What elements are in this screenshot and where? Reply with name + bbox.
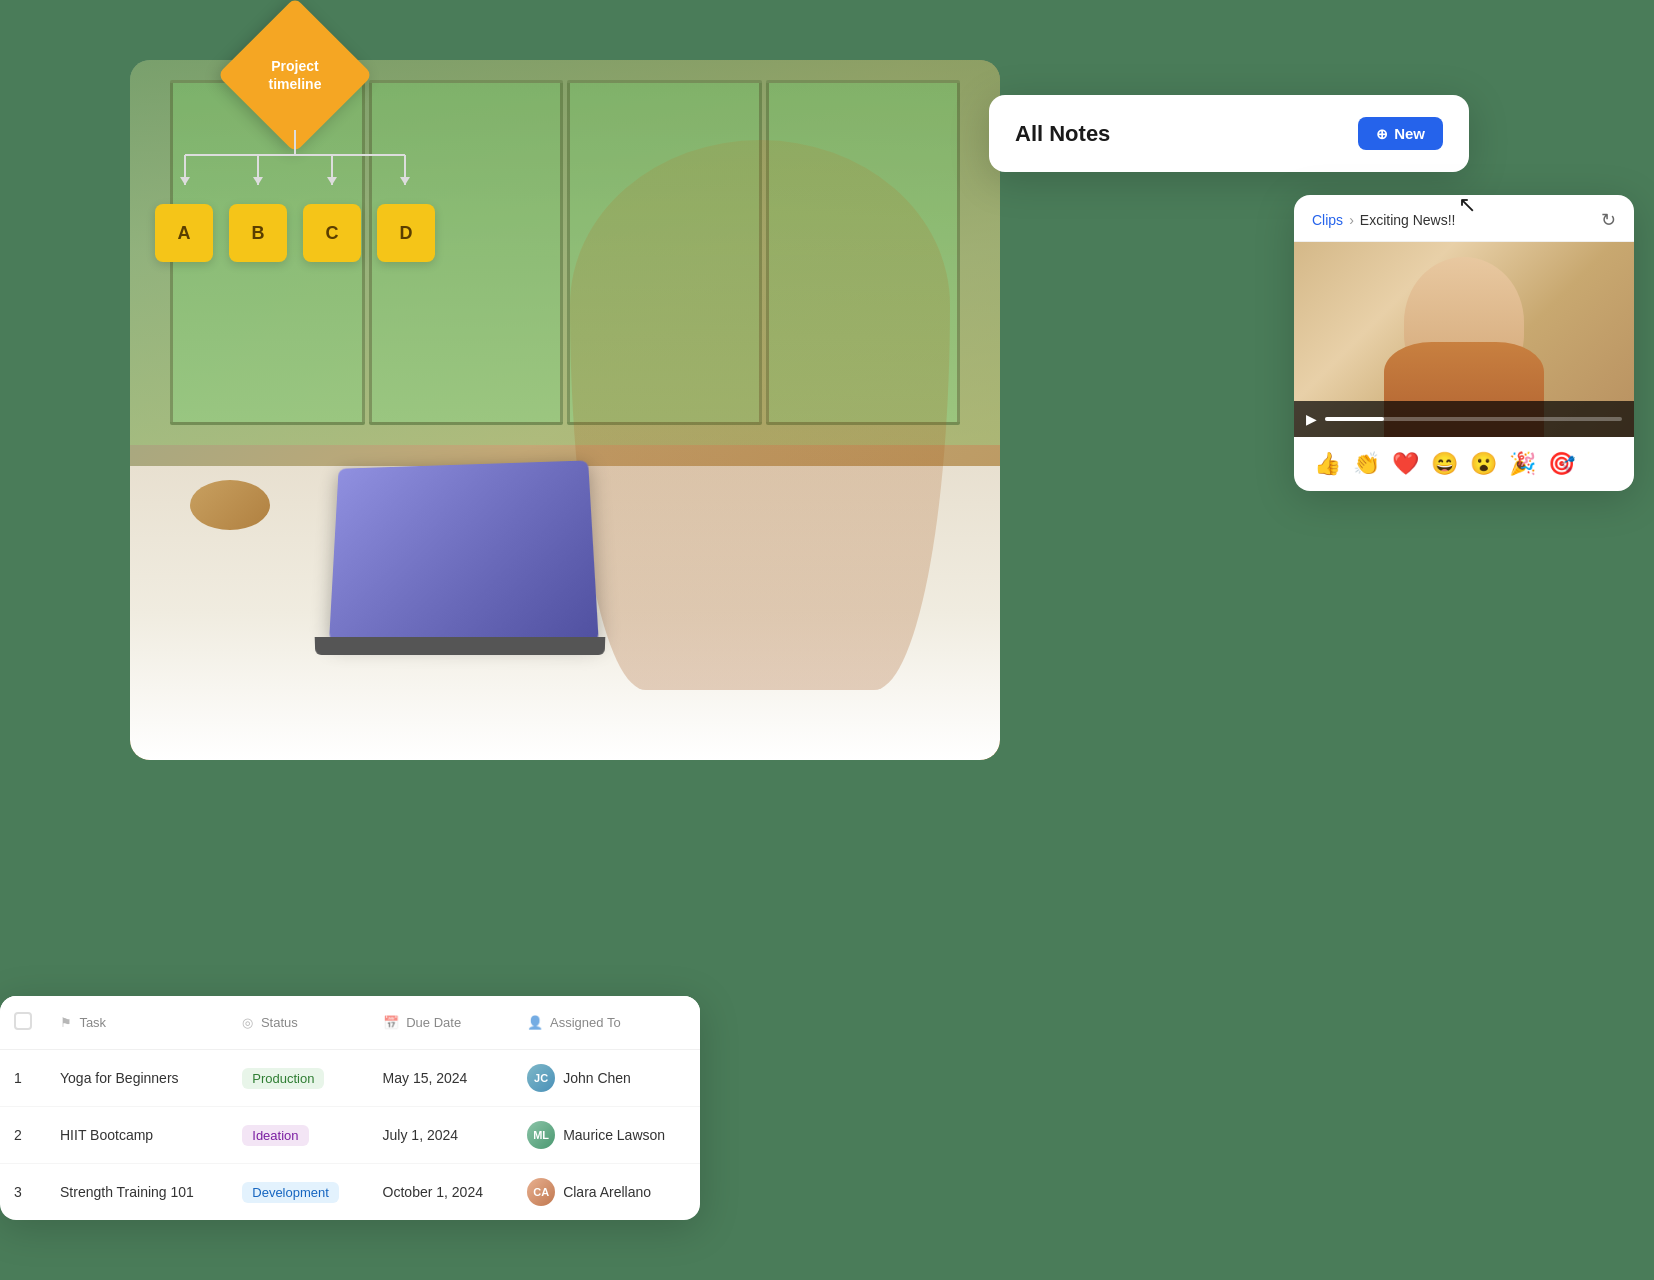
assignee-cell: CA Clara Arellano bbox=[527, 1178, 686, 1206]
row2-number: 2 bbox=[0, 1107, 46, 1164]
row1-status: Production bbox=[228, 1050, 368, 1107]
assignee-cell: JC John Chen bbox=[527, 1064, 686, 1092]
emoji-heart[interactable]: ❤️ bbox=[1392, 451, 1419, 477]
video-controls: ▶ bbox=[1294, 401, 1634, 437]
clips-link[interactable]: Clips bbox=[1312, 212, 1343, 228]
refresh-icon[interactable]: ↻ bbox=[1601, 209, 1616, 231]
clips-panel: Clips › Exciting News!! ↻ ▶ 👍 👏 ❤️ 😄 😮 🎉… bbox=[1294, 195, 1634, 491]
new-button-icon: ⊕ bbox=[1376, 126, 1388, 142]
new-button[interactable]: ⊕ New bbox=[1358, 117, 1443, 150]
col-status: ◎ Status bbox=[228, 996, 368, 1050]
node-b: B bbox=[229, 204, 287, 262]
assignee-name: John Chen bbox=[563, 1070, 631, 1086]
table-row: 3 Strength Training 101 Development Octo… bbox=[0, 1164, 700, 1221]
assigned-to-header-label: Assigned To bbox=[550, 1015, 621, 1030]
new-button-label: New bbox=[1394, 125, 1425, 142]
flow-lines-svg bbox=[155, 130, 435, 200]
col-assigned-to: 👤 Assigned To bbox=[513, 996, 700, 1050]
row1-task: Yoga for Beginners bbox=[46, 1050, 228, 1107]
status-badge: Production bbox=[242, 1068, 324, 1089]
emoji-party[interactable]: 🎉 bbox=[1509, 451, 1536, 477]
col-checkbox bbox=[0, 996, 46, 1050]
due-date-header-label: Due Date bbox=[406, 1015, 461, 1030]
row2-due-date: July 1, 2024 bbox=[369, 1107, 514, 1164]
notes-panel: All Notes ⊕ New bbox=[989, 95, 1469, 172]
status-header-icon: ◎ bbox=[242, 1015, 253, 1030]
row2-assignee: ML Maurice Lawson bbox=[513, 1107, 700, 1164]
clips-current: Exciting News!! bbox=[1360, 212, 1456, 228]
progress-bar[interactable] bbox=[1325, 417, 1622, 421]
row1-assignee: JC John Chen bbox=[513, 1050, 700, 1107]
assignee-name: Maurice Lawson bbox=[563, 1127, 665, 1143]
node-d: D bbox=[377, 204, 435, 262]
emoji-target[interactable]: 🎯 bbox=[1548, 451, 1575, 477]
col-task: ⚑ Task bbox=[46, 996, 228, 1050]
avatar: ML bbox=[527, 1121, 555, 1149]
svg-marker-6 bbox=[180, 177, 190, 185]
emoji-reactions: 👍 👏 ❤️ 😄 😮 🎉 🎯 bbox=[1294, 437, 1634, 491]
row3-assignee: CA Clara Arellano bbox=[513, 1164, 700, 1221]
clips-breadcrumb: Clips › Exciting News!! bbox=[1312, 212, 1456, 228]
table-row: 1 Yoga for Beginners Production May 15, … bbox=[0, 1050, 700, 1107]
svg-marker-7 bbox=[253, 177, 263, 185]
row2-task: HIIT Bootcamp bbox=[46, 1107, 228, 1164]
col-due-date: 📅 Due Date bbox=[369, 996, 514, 1050]
status-badge: Development bbox=[242, 1182, 339, 1203]
row1-number: 1 bbox=[0, 1050, 46, 1107]
progress-fill bbox=[1325, 417, 1384, 421]
avatar: CA bbox=[527, 1178, 555, 1206]
status-header-label: Status bbox=[261, 1015, 298, 1030]
assignee-cell: ML Maurice Lawson bbox=[527, 1121, 686, 1149]
emoji-clap[interactable]: 👏 bbox=[1353, 451, 1380, 477]
row3-number: 3 bbox=[0, 1164, 46, 1221]
emoji-laugh[interactable]: 😄 bbox=[1431, 451, 1458, 477]
emoji-thumbsup[interactable]: 👍 bbox=[1314, 451, 1341, 477]
row3-status: Development bbox=[228, 1164, 368, 1221]
row3-due-date: October 1, 2024 bbox=[369, 1164, 514, 1221]
task-header-icon: ⚑ bbox=[60, 1015, 72, 1030]
breadcrumb-sep: › bbox=[1349, 212, 1354, 228]
node-a: A bbox=[155, 204, 213, 262]
calendar-header-icon: 📅 bbox=[383, 1015, 399, 1030]
row2-status: Ideation bbox=[228, 1107, 368, 1164]
checkbox-header[interactable] bbox=[14, 1012, 32, 1030]
task-table-container: ⚑ Task ◎ Status 📅 Due Date 👤 Assigned To bbox=[0, 996, 700, 1220]
emoji-wow[interactable]: 😮 bbox=[1470, 451, 1497, 477]
timeline-container: Projecttimeline A B C D bbox=[155, 20, 435, 262]
timeline-title: Projecttimeline bbox=[269, 57, 322, 93]
task-table: ⚑ Task ◎ Status 📅 Due Date 👤 Assigned To bbox=[0, 996, 700, 1220]
person-header-icon: 👤 bbox=[527, 1015, 543, 1030]
status-badge: Ideation bbox=[242, 1125, 308, 1146]
assignee-name: Clara Arellano bbox=[563, 1184, 651, 1200]
table-row: 2 HIIT Bootcamp Ideation July 1, 2024 ML… bbox=[0, 1107, 700, 1164]
notes-title: All Notes bbox=[1015, 121, 1110, 147]
row3-task: Strength Training 101 bbox=[46, 1164, 228, 1221]
node-boxes: A B C D bbox=[155, 204, 435, 262]
task-header-label: Task bbox=[79, 1015, 106, 1030]
row1-due-date: May 15, 2024 bbox=[369, 1050, 514, 1107]
cursor: ↖ bbox=[1458, 192, 1476, 218]
svg-marker-8 bbox=[327, 177, 337, 185]
svg-marker-9 bbox=[400, 177, 410, 185]
avatar: JC bbox=[527, 1064, 555, 1092]
video-thumbnail[interactable]: ▶ bbox=[1294, 242, 1634, 437]
node-c: C bbox=[303, 204, 361, 262]
play-icon[interactable]: ▶ bbox=[1306, 411, 1317, 427]
